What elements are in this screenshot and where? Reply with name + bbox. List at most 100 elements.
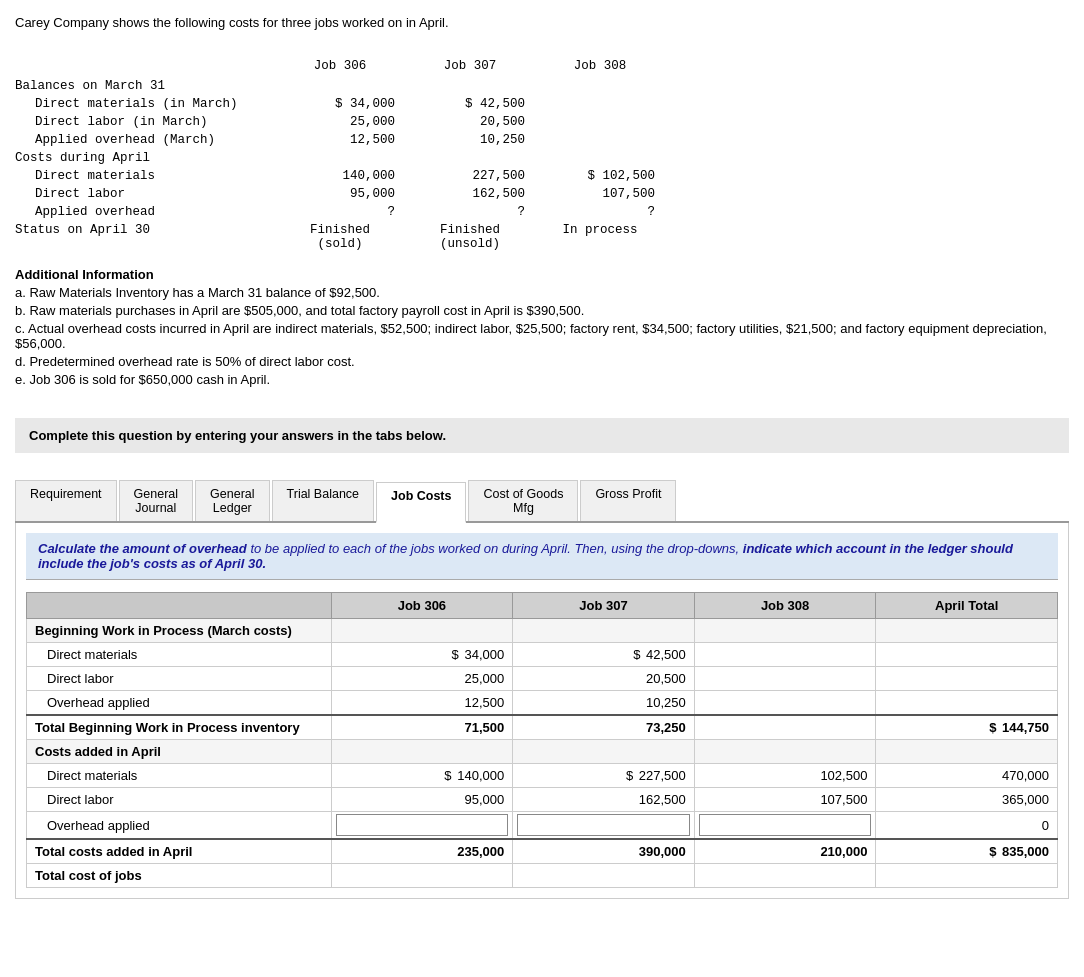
table-row: Costs added in April xyxy=(27,740,1058,764)
th-job307: Job 307 xyxy=(513,593,695,619)
tab-general-ledger[interactable]: GeneralLedger xyxy=(195,480,269,521)
cell-308-total-ca: 210,000 xyxy=(694,839,876,864)
row-total-bwip: Total Beginning Work in Process inventor… xyxy=(27,715,332,740)
additional-info-title: Additional Information xyxy=(15,267,1069,282)
table-row: Direct labor 25,000 20,500 xyxy=(27,667,1058,691)
cell-307-total-ca: 390,000 xyxy=(513,839,695,864)
tab-requirement[interactable]: Requirement xyxy=(15,480,117,521)
cell-307-ca-dl: 162,500 xyxy=(513,788,695,812)
row-label-dm-march: Direct materials (in March) xyxy=(15,95,275,113)
cell-307-ca-oh[interactable] xyxy=(513,812,695,840)
instruction-box: Complete this question by entering your … xyxy=(15,418,1069,453)
cell-total-bwip-dm xyxy=(876,643,1058,667)
job-costs-table: Job 306 Job 307 Job 308 April Total Begi… xyxy=(26,592,1058,888)
val-306-oh-april: ? xyxy=(275,203,405,221)
row-bwip-dm: Direct materials xyxy=(27,643,332,667)
val-307-status: Finished(unsold) xyxy=(405,221,535,253)
cell-306-ca-oh[interactable] xyxy=(331,812,513,840)
val-306-dm-april: 140,000 xyxy=(275,167,405,185)
row-ca-dl: Direct labor xyxy=(27,788,332,812)
cell-307-bwip-dl: 20,500 xyxy=(513,667,695,691)
tab-gross-profit[interactable]: Gross Profit xyxy=(580,480,676,521)
val-308-status: In process xyxy=(535,221,665,253)
col-header-307: Job 307 xyxy=(405,57,535,77)
th-april-total: April Total xyxy=(876,593,1058,619)
section-label-bwip: Beginning Work in Process (March costs) xyxy=(27,619,332,643)
th-job308: Job 308 xyxy=(694,593,876,619)
cell-total-ca-dm: 470,000 xyxy=(876,764,1058,788)
ca-307 xyxy=(513,740,695,764)
val-307-oh-march: 10,250 xyxy=(405,131,535,149)
cell-total-jobs xyxy=(876,864,1058,888)
cell-308-total-jobs xyxy=(694,864,876,888)
ca-306 xyxy=(331,740,513,764)
input-307-overhead[interactable] xyxy=(517,814,690,836)
table-row: Beginning Work in Process (March costs) xyxy=(27,619,1058,643)
add-info-e: e. Job 306 is sold for $650,000 cash in … xyxy=(15,372,1069,387)
instruction-text: Complete this question by entering your … xyxy=(29,428,446,443)
val-306-oh-march: 12,500 xyxy=(275,131,405,149)
tab-general-journal[interactable]: GeneralJournal xyxy=(119,480,193,521)
intro-text: Carey Company shows the following costs … xyxy=(15,15,1069,30)
tab-job-costs[interactable]: Job Costs xyxy=(376,482,466,523)
table-row: Direct labor 95,000 162,500 107,500 365,… xyxy=(27,788,1058,812)
cell-308-bwip-dm xyxy=(694,643,876,667)
cell-308-ca-oh[interactable] xyxy=(694,812,876,840)
original-data-table: Job 306 Job 307 Job 308 Balances on Marc… xyxy=(15,57,665,253)
ca-total xyxy=(876,740,1058,764)
cell-total-bwip-dl xyxy=(876,667,1058,691)
cell-306-bwip-oh: 12,500 xyxy=(331,691,513,716)
row-label-balances: Balances on March 31 xyxy=(15,77,275,95)
cell-306-bwip-dl: 25,000 xyxy=(331,667,513,691)
row-bwip-oh: Overhead applied xyxy=(27,691,332,716)
input-308-overhead[interactable] xyxy=(699,814,872,836)
cell-total-ca-oh: 0 xyxy=(876,812,1058,840)
section-label-costs-april: Costs added in April xyxy=(27,740,332,764)
input-306-overhead[interactable] xyxy=(336,814,509,836)
cell-307-total-jobs xyxy=(513,864,695,888)
cell-306-bwip-dm: $ 34,000 xyxy=(331,643,513,667)
tabs-container: Requirement GeneralJournal GeneralLedger… xyxy=(15,480,1069,523)
add-info-d: d. Predetermined overhead rate is 50% of… xyxy=(15,354,1069,369)
cell-total-bwip: $ 144,750 xyxy=(876,715,1058,740)
cell-307-bwip-dm: $ 42,500 xyxy=(513,643,695,667)
table-row: Direct materials $ 140,000 $ 227,500 102… xyxy=(27,764,1058,788)
row-label-oh-march: Applied overhead (March) xyxy=(15,131,275,149)
table-row: Total Beginning Work in Process inventor… xyxy=(27,715,1058,740)
row-total-jobs: Total cost of jobs xyxy=(27,864,332,888)
val-307-dm-april: 227,500 xyxy=(405,167,535,185)
tab-trial-balance[interactable]: Trial Balance xyxy=(272,480,375,521)
col-header-306: Job 306 xyxy=(275,57,405,77)
tab-cost-of-goods[interactable]: Cost of GoodsMfg xyxy=(468,480,578,521)
row-bwip-dl: Direct labor xyxy=(27,667,332,691)
cell-306-ca-dm: $ 140,000 xyxy=(331,764,513,788)
row-ca-dm: Direct materials xyxy=(27,764,332,788)
cell-306-total-bwip: 71,500 xyxy=(331,715,513,740)
row-label-dl-march: Direct labor (in March) xyxy=(15,113,275,131)
cell-308-bwip-oh xyxy=(694,691,876,716)
cell-308-ca-dl: 107,500 xyxy=(694,788,876,812)
cell-307-bwip-oh: 10,250 xyxy=(513,691,695,716)
val-306-dl-march: 25,000 xyxy=(275,113,405,131)
val-307-dm-march: $ 42,500 xyxy=(405,95,535,113)
col-header-308: Job 308 xyxy=(535,57,665,77)
table-row: Overhead applied 0 xyxy=(27,812,1058,840)
row-label-dl-april: Direct labor xyxy=(15,185,275,203)
cell-306-total-ca: 235,000 xyxy=(331,839,513,864)
val-307-oh-april: ? xyxy=(405,203,535,221)
add-info-b: b. Raw materials purchases in April are … xyxy=(15,303,1069,318)
ca-308 xyxy=(694,740,876,764)
table-row: Direct materials $ 34,000 $ 42,500 xyxy=(27,643,1058,667)
val-306-dl-april: 95,000 xyxy=(275,185,405,203)
additional-information: Additional Information a. Raw Materials … xyxy=(15,267,1069,387)
row-total-ca: Total costs added in April xyxy=(27,839,332,864)
val-308-dm-april: $ 102,500 xyxy=(535,167,665,185)
row-label-costs-april: Costs during April xyxy=(15,149,275,167)
bwip-total xyxy=(876,619,1058,643)
add-info-a: a. Raw Materials Inventory has a March 3… xyxy=(15,285,1069,300)
bwip-306 xyxy=(331,619,513,643)
bwip-307 xyxy=(513,619,695,643)
row-label-status: Status on April 30 xyxy=(15,221,275,253)
tab-content-area: Calculate the amount of overhead to be a… xyxy=(15,523,1069,899)
row-label-dm-april: Direct materials xyxy=(15,167,275,185)
